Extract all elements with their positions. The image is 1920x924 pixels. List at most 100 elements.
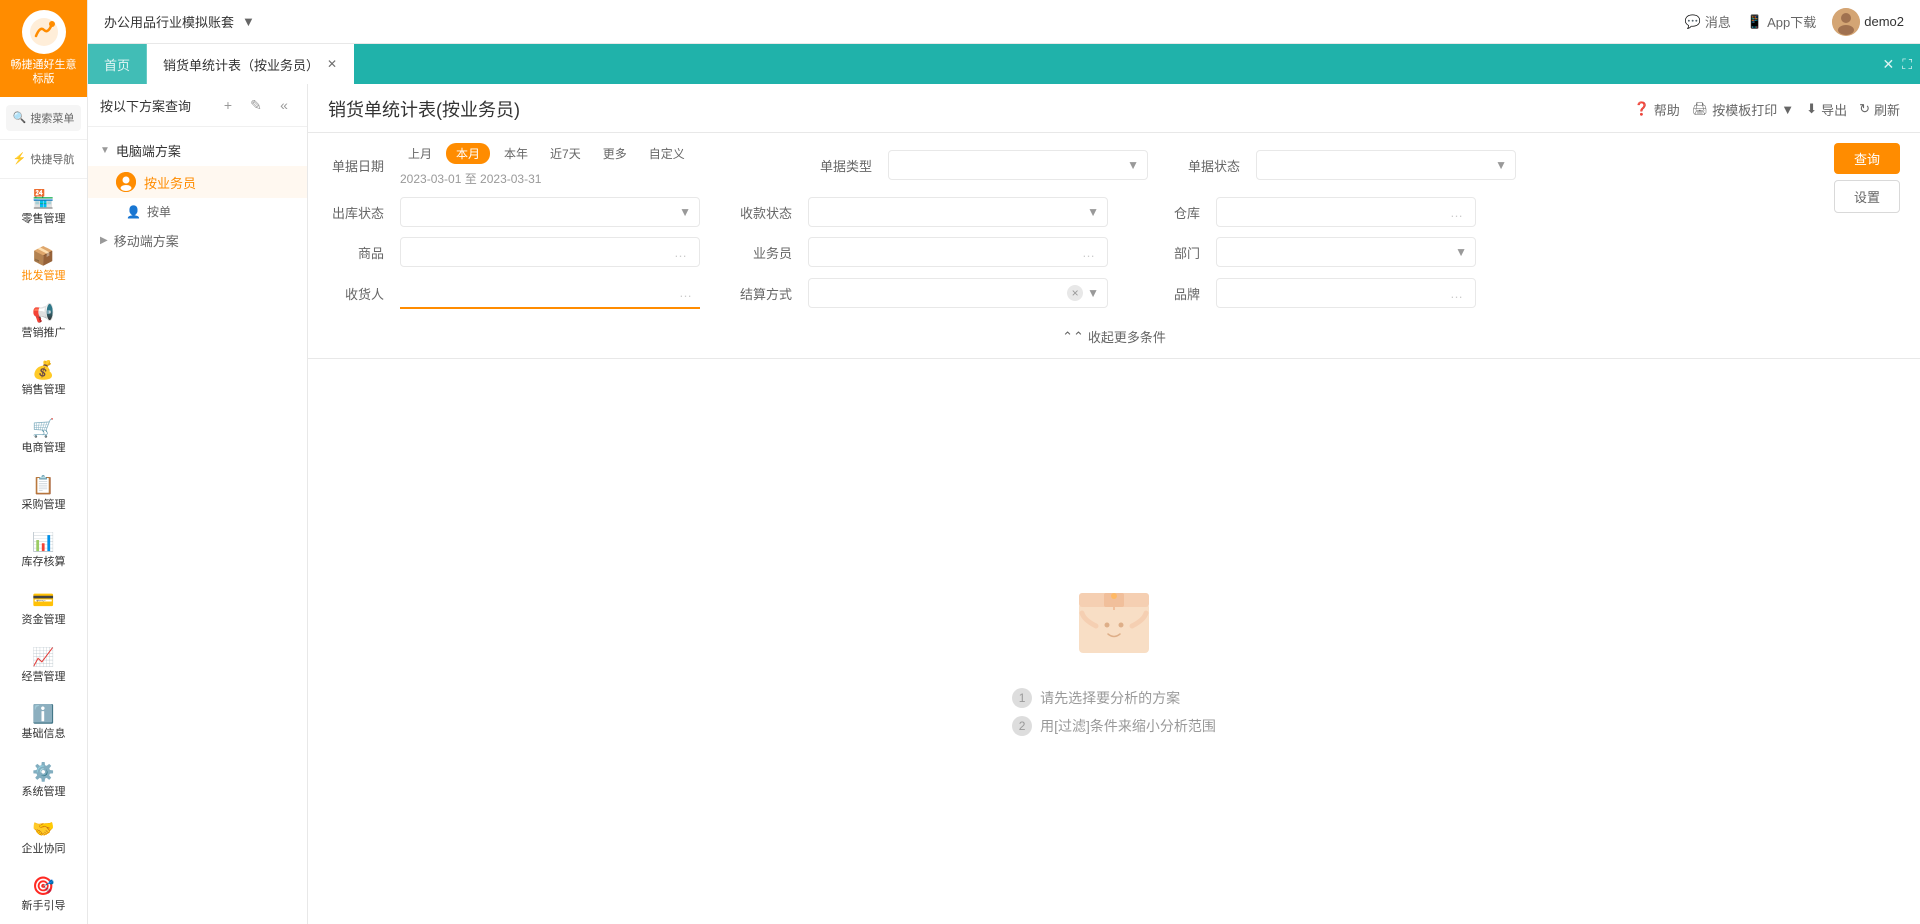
doc-type-chevron-icon: ▼	[1127, 158, 1139, 172]
date-btn-this-year[interactable]: 本年	[496, 143, 536, 164]
quick-nav-area[interactable]: ⚡ 快捷导航	[0, 140, 87, 179]
print-dropdown[interactable]: 🖨 按模板打印 ▼	[1692, 100, 1794, 119]
left-panel: 按以下方案查询 + ✎ « ▼ 电脑端方案	[88, 84, 308, 924]
search-menu-area[interactable]: 🔍 搜索菜单	[0, 97, 87, 140]
avatar	[1832, 8, 1860, 36]
brand-dots-icon[interactable]: …	[1446, 286, 1467, 301]
maximize-button[interactable]: ⛶	[1902, 56, 1912, 73]
goods-dots-icon[interactable]: …	[670, 245, 691, 260]
receiver-label: 收货人	[328, 284, 384, 303]
receiver-input-wrapper[interactable]: …	[400, 277, 700, 309]
plan-item-by-staff[interactable]: 按业务员	[88, 166, 307, 198]
help-icon: ❓	[1634, 101, 1650, 117]
message-icon: 💬	[1685, 14, 1701, 30]
plan-group-mobile[interactable]: ▶ 移动端方案	[88, 225, 307, 256]
sidebar-item-wholesale[interactable]: 📦 批发管理	[0, 236, 87, 293]
app-download-button[interactable]: 📱 App下载	[1747, 12, 1816, 31]
tabbar: 首页 销货单统计表（按业务员） ✕ ✕ ⛶	[88, 44, 1920, 84]
receiver-input[interactable]	[404, 277, 675, 307]
sidebar-item-system[interactable]: ⚙️ 系统管理	[0, 752, 87, 809]
user-profile[interactable]: demo2	[1832, 8, 1904, 36]
dept-select[interactable]: ▼	[1216, 237, 1476, 267]
ship-chevron-icon: ▼	[679, 205, 691, 219]
plan-group-pc-header[interactable]: ▼ 电脑端方案	[88, 135, 307, 166]
settle-clear-icon[interactable]: ×	[1067, 285, 1083, 301]
tab-expand-area: ✕ ⛶	[1882, 56, 1912, 73]
logo-text: 畅捷通好生意 标版	[6, 58, 81, 87]
tab-sales-stats[interactable]: 销货单统计表（按业务员） ✕	[147, 44, 354, 84]
collapse-button[interactable]: ⌃⌃ 收起更多条件	[328, 323, 1900, 350]
plan-tree: ▼ 电脑端方案 按业务员	[88, 127, 307, 264]
settle-label: 结算方式	[736, 284, 792, 303]
nav-icon: ⚡	[13, 152, 27, 165]
sidebar-item-inventory[interactable]: 📊 库存核算	[0, 522, 87, 579]
sidebar-item-marketing[interactable]: 📢 营销推广	[0, 293, 87, 350]
sidebar-item-purchase[interactable]: 📋 采购管理	[0, 465, 87, 522]
tab-close-icon[interactable]: ✕	[327, 57, 337, 71]
sidebar-item-newcomer[interactable]: 🎯 新手引导	[0, 866, 87, 923]
search-icon: 🔍	[13, 111, 27, 124]
empty-illustration	[1054, 548, 1174, 668]
sidebar-item-finance[interactable]: 💳 资金管理	[0, 580, 87, 637]
date-btn-more[interactable]: 更多	[595, 143, 635, 164]
date-btn-custom[interactable]: 自定义	[641, 143, 693, 164]
company-dropdown[interactable]: ▼	[242, 14, 255, 29]
plan-subitem-by-order[interactable]: 👤 按单	[88, 198, 307, 225]
goods-field[interactable]: …	[400, 237, 700, 267]
quick-nav-button[interactable]: ⚡ 快捷导航	[0, 146, 87, 172]
print-icon: 🖨	[1692, 101, 1709, 117]
plan-group-pc: ▼ 电脑端方案 按业务员	[88, 135, 307, 225]
doc-status-select[interactable]: ▼	[1256, 150, 1516, 180]
sidebar-item-enterprise[interactable]: 🤝 企业协同	[0, 809, 87, 866]
marketing-icon: 📢	[32, 303, 54, 324]
sidebar-item-basic[interactable]: ℹ️ 基础信息	[0, 694, 87, 751]
date-btn-last-7[interactable]: 近7天	[542, 143, 589, 164]
empty-tips: 1 请先选择要分析的方案 2 用[过滤]条件来缩小分析范围	[1012, 688, 1216, 736]
date-btn-last-month[interactable]: 上月	[400, 143, 440, 164]
page-title: 销货单统计表(按业务员)	[328, 96, 520, 122]
sidebar-item-operations[interactable]: 📈 经营管理	[0, 637, 87, 694]
inventory-icon: 📊	[32, 532, 54, 553]
refresh-link[interactable]: ↻ 刷新	[1859, 100, 1900, 119]
warehouse-dots-icon[interactable]: …	[1446, 205, 1467, 220]
date-btn-this-month[interactable]: 本月	[446, 143, 490, 164]
basic-icon: ℹ️	[32, 704, 54, 725]
staff-dots-icon[interactable]: …	[1078, 245, 1099, 260]
sidebar: 畅捷通好生意 标版 🔍 搜索菜单 ⚡ 快捷导航 🏪 零售管理 📦 批发管理 📢 …	[0, 0, 88, 924]
export-icon: ⬇	[1806, 101, 1817, 117]
brand-field[interactable]: …	[1216, 278, 1476, 308]
user-name: demo2	[1864, 14, 1904, 29]
retail-icon: 🏪	[32, 189, 54, 210]
close-window-button[interactable]: ✕	[1882, 56, 1894, 73]
doc-type-select[interactable]: ▼	[888, 150, 1148, 180]
enterprise-icon: 🤝	[32, 819, 54, 840]
sales-icon: 💰	[32, 360, 54, 381]
add-plan-button[interactable]: +	[217, 94, 239, 116]
staff-field[interactable]: …	[808, 237, 1108, 267]
sidebar-item-retail[interactable]: 🏪 零售管理	[0, 179, 87, 236]
content-area: 按以下方案查询 + ✎ « ▼ 电脑端方案	[88, 84, 1920, 924]
warehouse-field[interactable]: …	[1216, 197, 1476, 227]
query-button[interactable]: 查询	[1834, 143, 1900, 174]
ship-status-select[interactable]: ▼	[400, 197, 700, 227]
collapse-icon: «	[280, 97, 288, 113]
date-filter: 上月 本月 本年 近7天 更多 自定义 2023-03-01 至 2023-03…	[400, 143, 780, 187]
sidebar-item-ecommerce[interactable]: 🛒 电商管理	[0, 408, 87, 465]
download-icon: 📱	[1747, 14, 1763, 30]
settings-button[interactable]: 设置	[1834, 180, 1900, 213]
tip-text-1: 请先选择要分析的方案	[1040, 688, 1180, 708]
pay-status-select[interactable]: ▼	[808, 197, 1108, 227]
message-button[interactable]: 💬 消息	[1685, 12, 1731, 31]
export-link[interactable]: ⬇ 导出	[1806, 100, 1847, 119]
settle-select[interactable]: × ▼	[808, 278, 1108, 308]
collapse-panel-button[interactable]: «	[273, 94, 295, 116]
filter-section: 单据日期 上月 本月 本年 近7天 更多 自定义 2023-03-01 至 20…	[308, 133, 1920, 359]
topbar: 办公用品行业模拟账套 ▼ 💬 消息 📱 App下载	[88, 0, 1920, 44]
sidebar-item-sales[interactable]: 💰 销售管理	[0, 350, 87, 407]
tab-home[interactable]: 首页	[88, 44, 147, 84]
receiver-dots-icon[interactable]: …	[675, 285, 696, 300]
edit-plan-button[interactable]: ✎	[245, 94, 267, 116]
search-menu-button[interactable]: 🔍 搜索菜单	[6, 105, 81, 131]
help-link[interactable]: ❓ 帮助	[1634, 100, 1680, 119]
filter-rows: 单据日期 上月 本月 本年 近7天 更多 自定义 2023-03-01 至 20…	[328, 143, 1822, 309]
